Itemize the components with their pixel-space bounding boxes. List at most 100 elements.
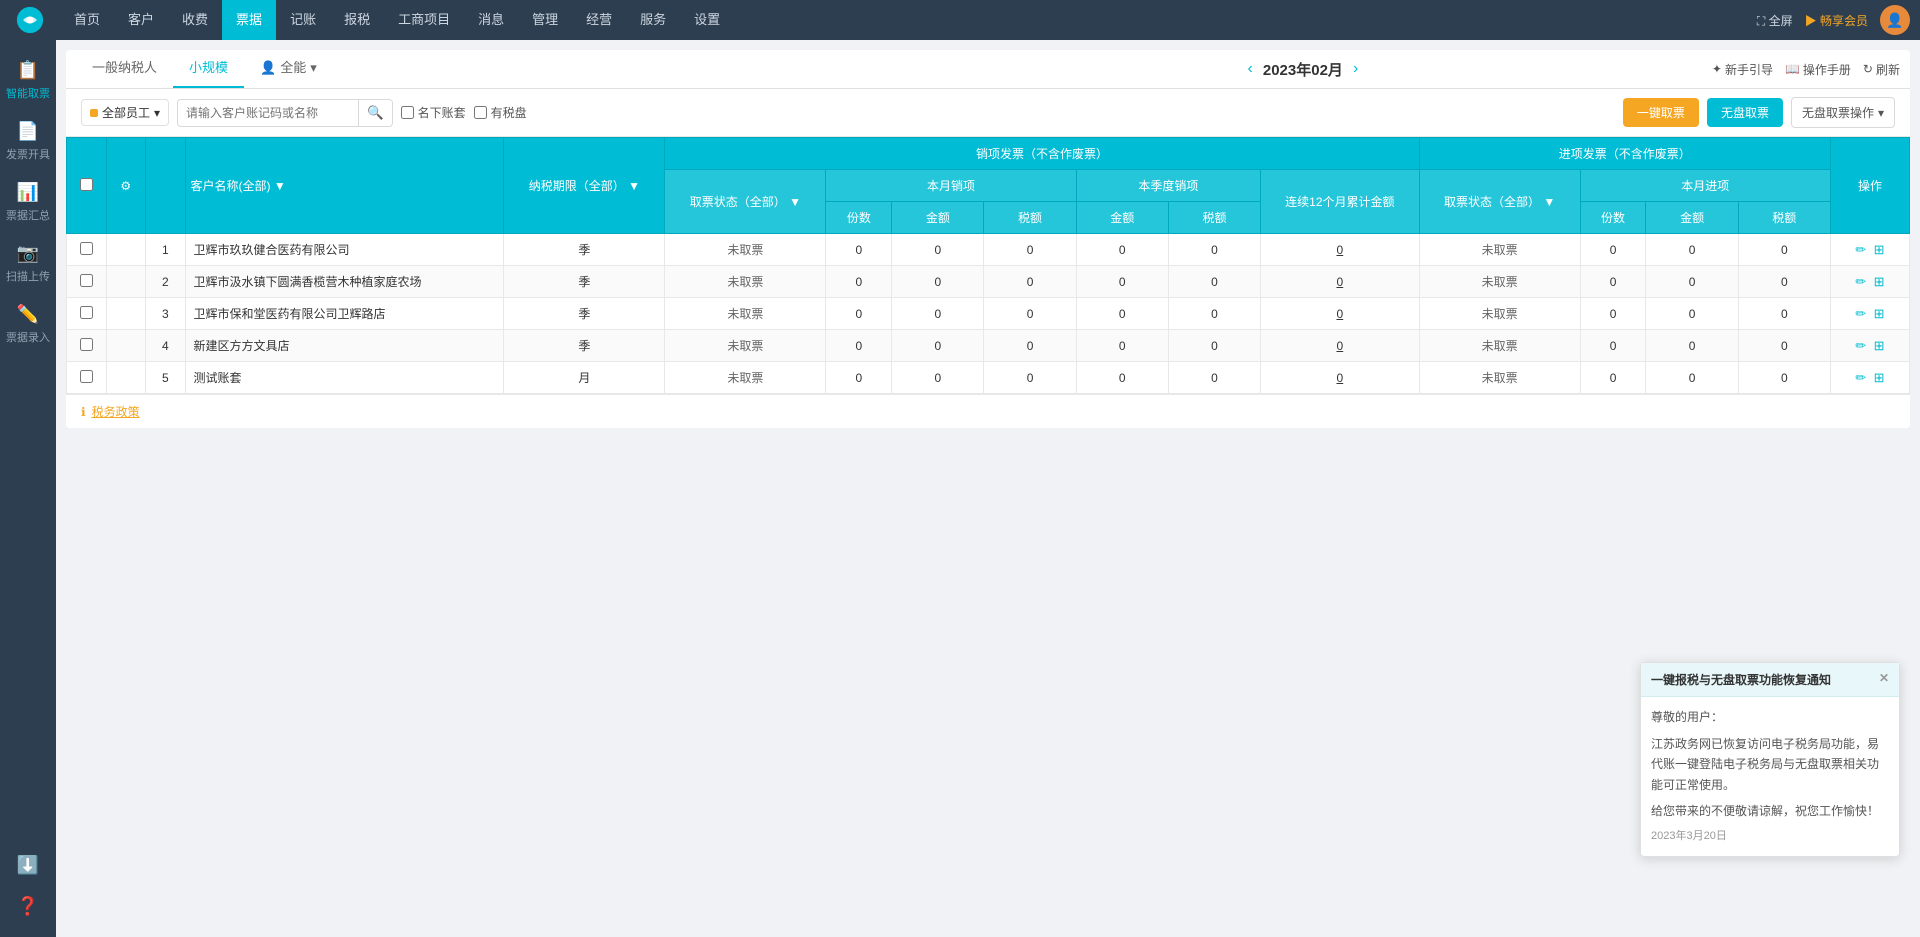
nav-client[interactable]: 客户 xyxy=(114,0,168,40)
sidebar-item-invoice-summary[interactable]: 📊 票据汇总 xyxy=(0,172,56,233)
sidebar-item-help[interactable]: ❓ xyxy=(0,886,56,927)
sidebar-item-download[interactable]: ⬇️ xyxy=(0,845,56,886)
nav-right-area: ⛶ 全屏 ▶ 畅享会员 👤 xyxy=(1757,5,1910,35)
search-button[interactable]: 🔍 xyxy=(358,99,392,127)
notif-date: 2023年3月20日 xyxy=(1651,827,1889,846)
sidebar-item-invoice-entry[interactable]: ✏️ 票据录入 xyxy=(0,294,56,355)
edit-icon-2[interactable]: ✏ xyxy=(1855,306,1866,321)
sales-status-filter[interactable]: ▼ xyxy=(789,195,801,209)
row-checkbox-2[interactable] xyxy=(80,306,93,319)
sidebar-label-smart-ticket: 智能取票 xyxy=(6,85,50,101)
th-current-quarter-sales: 本季度销项 xyxy=(1076,170,1260,202)
invoice-table-container: ⚙ 客户名称(全部) ▼ 纳税期限（全部） ▼ 销项发票（不含作废票） 进项发票… xyxy=(66,137,1910,394)
one-key-ticket-button[interactable]: 一键取票 xyxy=(1623,98,1699,127)
view-icon-0[interactable]: ⊞ xyxy=(1874,242,1885,257)
settings-icon[interactable]: ⚙ xyxy=(120,179,131,193)
no-disk-ticket-button[interactable]: 无盘取票 xyxy=(1707,98,1783,127)
th-purchase-month-count: 份数 xyxy=(1580,202,1646,234)
purchase-status-filter[interactable]: ▼ xyxy=(1543,195,1555,209)
table-row: 1 卫辉市玖玖健合医药有限公司 季 未取票 0 0 0 0 0 0 未取票 0 … xyxy=(67,234,1910,266)
sidebar-label-invoice-entry: 票据录入 xyxy=(6,329,50,345)
sub-account-checkbox[interactable] xyxy=(401,106,414,119)
filter-icon[interactable]: ▼ xyxy=(274,179,286,193)
tab-small-scale[interactable]: 小规模 xyxy=(173,50,244,88)
row-checkbox-0[interactable] xyxy=(80,242,93,255)
issue-invoice-icon: 📄 xyxy=(17,121,39,142)
search-icon: 🔍 xyxy=(367,105,384,121)
th-checkbox xyxy=(67,138,107,234)
bottom-bar: ℹ 税务政策 xyxy=(66,394,1910,428)
tax-policy-link[interactable]: 税务政策 xyxy=(92,403,140,420)
sidebar-label-issue-invoice: 发票开具 xyxy=(6,146,50,162)
new-guide-button[interactable]: ✦ 新手引导 xyxy=(1712,61,1773,78)
prev-period-button[interactable]: ‹ xyxy=(1248,60,1253,78)
sidebar-item-scan-upload[interactable]: 📷 扫描上传 xyxy=(0,233,56,294)
has-ticket-checkbox-label[interactable]: 有税盘 xyxy=(474,104,527,121)
employee-filter[interactable]: 全部员工 ▾ xyxy=(81,99,169,126)
row-checkbox-3[interactable] xyxy=(80,338,93,351)
employee-filter-label: 全部员工 xyxy=(102,104,150,121)
nav-items-list: 首页 客户 收费 票据 记账 报税 工商项目 消息 管理 经营 服务 设置 xyxy=(60,0,1757,40)
table-row: 3 卫辉市保和堂医药有限公司卫辉路店 季 未取票 0 0 0 0 0 0 未取票… xyxy=(67,298,1910,330)
app-logo[interactable] xyxy=(10,0,50,40)
view-icon-3[interactable]: ⊞ xyxy=(1874,338,1885,353)
th-sales-status: 取票状态（全部） ▼ xyxy=(665,170,826,234)
edit-icon-4[interactable]: ✏ xyxy=(1855,370,1866,385)
has-ticket-label: 有税盘 xyxy=(491,104,527,121)
th-current-month-sales: 本月销项 xyxy=(826,170,1076,202)
has-ticket-checkbox[interactable] xyxy=(474,106,487,119)
nav-tax[interactable]: 报税 xyxy=(330,0,384,40)
tab-general-taxpayer[interactable]: 一般纳税人 xyxy=(76,50,173,88)
select-all-checkbox[interactable] xyxy=(80,178,93,191)
all-capable-icon: 👤 xyxy=(260,50,276,87)
nav-business[interactable]: 工商项目 xyxy=(384,0,464,40)
sidebar-item-issue-invoice[interactable]: 📄 发票开具 xyxy=(0,111,56,172)
help-icon: ❓ xyxy=(17,896,39,917)
download-icon: ⬇️ xyxy=(17,855,39,876)
member-button[interactable]: ▶ 畅享会员 xyxy=(1805,12,1868,29)
nav-bookkeeping[interactable]: 记账 xyxy=(276,0,330,40)
search-input[interactable] xyxy=(178,106,358,120)
nav-invoice[interactable]: 票据 xyxy=(222,0,276,40)
invoice-table: ⚙ 客户名称(全部) ▼ 纳税期限（全部） ▼ 销项发票（不含作废票） 进项发票… xyxy=(66,137,1910,394)
edit-icon-0[interactable]: ✏ xyxy=(1855,242,1866,257)
period-navigation: ‹ 2023年02月 › xyxy=(894,59,1712,80)
notification-header: 一键报税与无盘取票功能恢复通知 ✕ xyxy=(1641,663,1899,697)
view-icon-4[interactable]: ⊞ xyxy=(1874,370,1885,385)
period-filter-icon[interactable]: ▼ xyxy=(628,179,640,193)
sub-account-checkbox-label[interactable]: 名下账套 xyxy=(401,104,466,121)
row-checkbox-1[interactable] xyxy=(80,274,93,287)
notification-close-button[interactable]: ✕ xyxy=(1879,671,1889,688)
nav-operation[interactable]: 经营 xyxy=(572,0,626,40)
nav-service[interactable]: 服务 xyxy=(626,0,680,40)
notif-text: 江苏政务网已恢复访问电子税务局功能，易代账一键登陆电子税务局与无盘取票相关功能可… xyxy=(1651,734,1889,795)
view-icon-2[interactable]: ⊞ xyxy=(1874,306,1885,321)
invoice-summary-icon: 📊 xyxy=(17,182,39,203)
tax-policy-icon: ℹ xyxy=(81,405,86,419)
nav-management[interactable]: 管理 xyxy=(518,0,572,40)
nav-message[interactable]: 消息 xyxy=(464,0,518,40)
edit-icon-1[interactable]: ✏ xyxy=(1855,274,1866,289)
toolbar: 全部员工 ▾ 🔍 名下账套 有税盘 xyxy=(66,89,1910,137)
scan-upload-icon: 📷 xyxy=(17,243,39,264)
th-purchase-month-tax: 税额 xyxy=(1738,202,1830,234)
row-checkbox-4[interactable] xyxy=(80,370,93,383)
notif-greeting: 尊敬的用户： xyxy=(1651,707,1889,727)
sidebar-label-scan-upload: 扫描上传 xyxy=(6,268,50,284)
tab-all-capable[interactable]: 👤 全能 ▾ xyxy=(244,50,333,88)
next-period-button[interactable]: › xyxy=(1353,60,1358,78)
manual-button[interactable]: 📖 操作手册 xyxy=(1785,61,1851,78)
edit-icon-3[interactable]: ✏ xyxy=(1855,338,1866,353)
fullscreen-button[interactable]: ⛶ 全屏 xyxy=(1757,12,1793,29)
view-icon-1[interactable]: ⊞ xyxy=(1874,274,1885,289)
th-cumul-12m: 连续12个月累计金额 xyxy=(1261,170,1420,234)
user-avatar[interactable]: 👤 xyxy=(1880,5,1910,35)
refresh-button[interactable]: ↻ 刷新 xyxy=(1863,61,1900,78)
nav-settings[interactable]: 设置 xyxy=(680,0,734,40)
sidebar-item-smart-ticket[interactable]: 📋 智能取票 xyxy=(0,50,56,111)
refresh-icon: ↻ xyxy=(1863,62,1873,76)
nav-home[interactable]: 首页 xyxy=(60,0,114,40)
nav-fees[interactable]: 收费 xyxy=(168,0,222,40)
no-disk-ops-button[interactable]: 无盘取票操作 ▾ xyxy=(1791,97,1895,128)
th-sales-month-count: 份数 xyxy=(826,202,892,234)
